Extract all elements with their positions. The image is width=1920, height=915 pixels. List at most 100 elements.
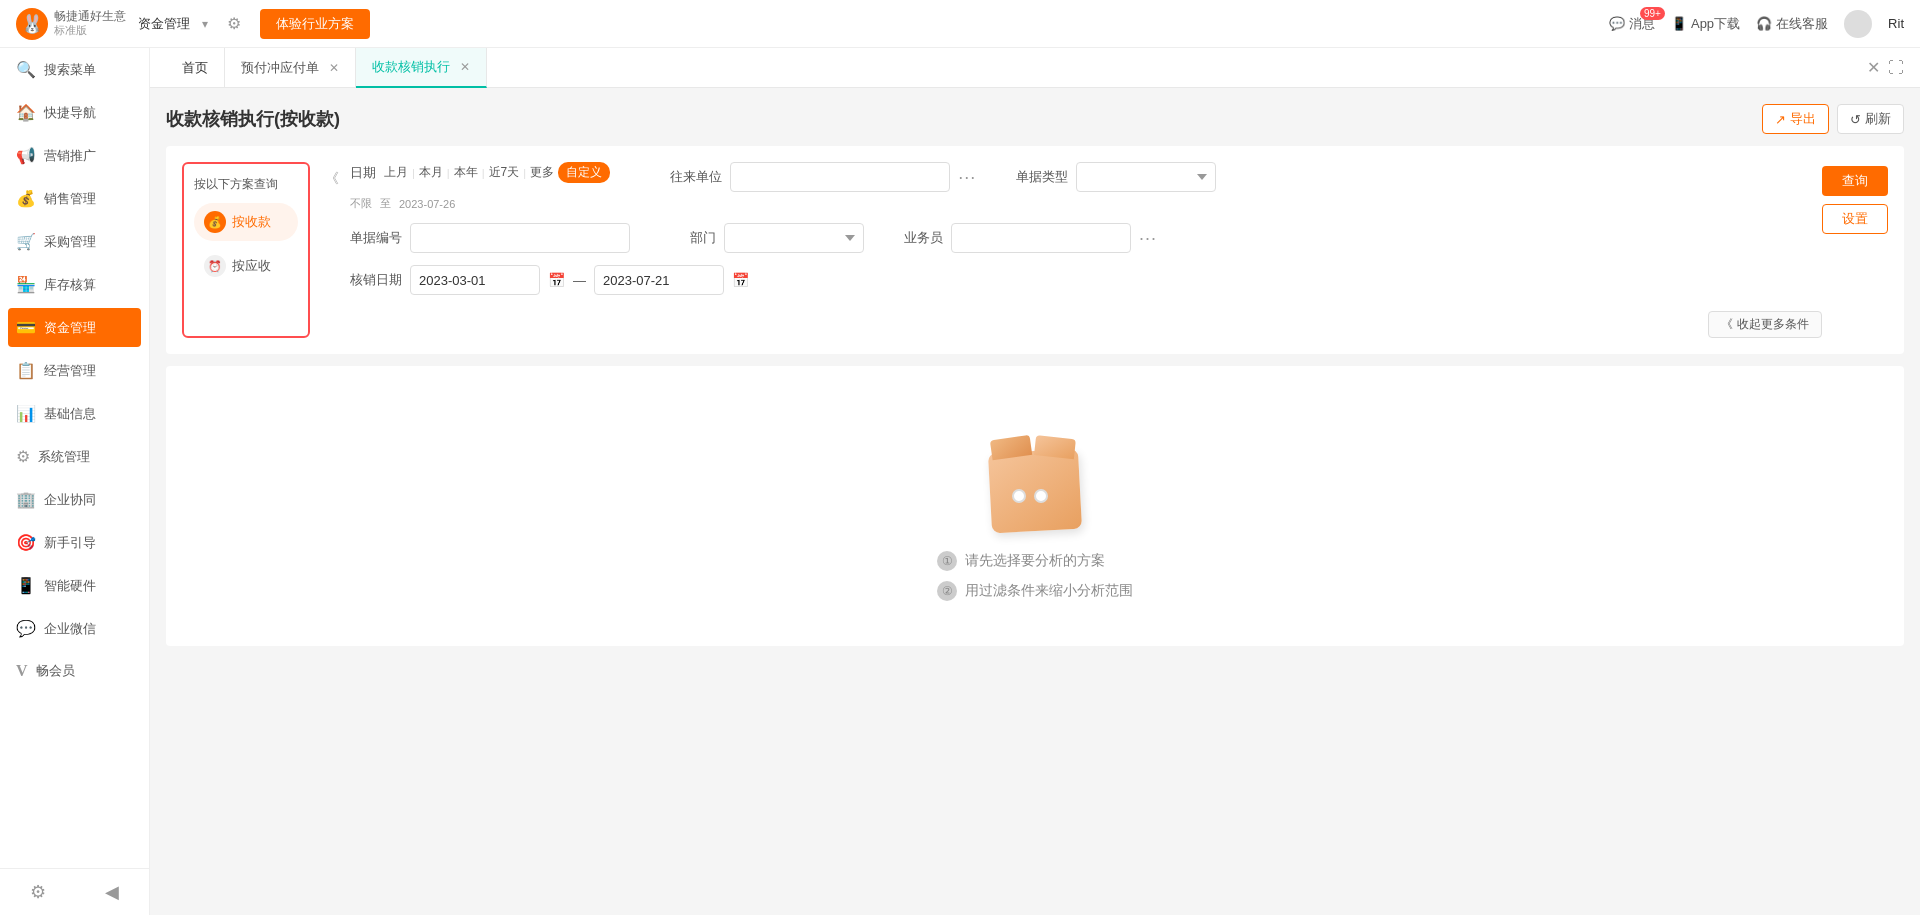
person-input[interactable] bbox=[951, 223, 1131, 253]
sales-icon: 💰 bbox=[16, 189, 36, 208]
settings-button[interactable]: 设置 bbox=[1822, 204, 1888, 234]
expand-icon[interactable]: ⛶ bbox=[1888, 59, 1904, 77]
counterpart-more-icon[interactable]: ··· bbox=[958, 167, 976, 188]
doc-type-select[interactable] bbox=[1076, 162, 1216, 192]
search-icon: 🔍 bbox=[16, 60, 36, 79]
sidebar-item-basic-info[interactable]: 📊 基础信息 bbox=[0, 392, 149, 435]
write-off-start-input[interactable] bbox=[410, 265, 540, 295]
query-btn-group: 查询 设置 bbox=[1822, 162, 1888, 234]
online-service-button[interactable]: 🎧 在线客服 bbox=[1756, 15, 1828, 33]
doc-number-field: 单据编号 bbox=[350, 223, 630, 253]
date-value: 2023-07-26 bbox=[399, 198, 455, 210]
sidebar-item-vip[interactable]: V 畅会员 bbox=[0, 650, 149, 692]
sidebar-item-label: 企业协同 bbox=[44, 491, 96, 509]
sidebar-item-label: 新手引导 bbox=[44, 534, 96, 552]
app-logo: 🐰 畅捷通好生意 标准版 bbox=[16, 8, 126, 40]
divider: | bbox=[447, 167, 450, 179]
chevron-down-icon[interactable]: ▾ bbox=[202, 17, 208, 31]
app-download-button[interactable]: 📱 App下载 bbox=[1671, 15, 1740, 33]
filter-row-3: 核销日期 📅 — 📅 bbox=[350, 265, 1822, 295]
doc-number-label: 单据编号 bbox=[350, 229, 402, 247]
export-icon: ↗ bbox=[1775, 112, 1786, 127]
tab-close-icon[interactable]: ✕ bbox=[329, 61, 339, 75]
date-tab-more[interactable]: 更多 bbox=[530, 164, 554, 181]
sidebar-item-purchase[interactable]: 🛒 采购管理 bbox=[0, 220, 149, 263]
filter-option-by-receipt[interactable]: 💰 按收款 bbox=[194, 203, 298, 241]
sidebar-item-label: 销售管理 bbox=[44, 190, 96, 208]
hint-text-1: 请先选择要分析的方案 bbox=[965, 552, 1105, 570]
sidebar-item-sales[interactable]: 💰 销售管理 bbox=[0, 177, 149, 220]
collapse-more-label: 收起更多条件 bbox=[1737, 316, 1809, 333]
wechat-icon: 💬 bbox=[16, 619, 36, 638]
tab-bar: 首页 预付冲应付单 ✕ 收款核销执行 ✕ ✕ ⛶ bbox=[150, 48, 1920, 88]
date-note-row: 不限 至 2023-07-26 bbox=[350, 196, 1822, 211]
sidebar-item-label: 库存核算 bbox=[44, 276, 96, 294]
tab-close-icon[interactable]: ✕ bbox=[460, 60, 470, 74]
empty-hint-1: ① 请先选择要分析的方案 bbox=[937, 551, 1105, 571]
sidebar-item-quick-nav[interactable]: 🏠 快捷导航 bbox=[0, 91, 149, 134]
inventory-icon: 🏪 bbox=[16, 275, 36, 294]
empty-hint-2: ② 用过滤条件来缩小分析范围 bbox=[937, 581, 1133, 601]
dept-select[interactable] bbox=[724, 223, 864, 253]
sidebar-item-label: 畅会员 bbox=[36, 662, 75, 680]
sidebar-item-wechat[interactable]: 💬 企业微信 bbox=[0, 607, 149, 650]
close-window-icon[interactable]: ✕ bbox=[1867, 58, 1880, 77]
sidebar-item-inventory[interactable]: 🏪 库存核算 bbox=[0, 263, 149, 306]
logo-name: 畅捷通好生意 bbox=[54, 9, 126, 23]
logo-text-block: 畅捷通好生意 标准版 bbox=[54, 9, 126, 38]
date-tab-this-year[interactable]: 本年 bbox=[454, 164, 478, 181]
tab-home[interactable]: 首页 bbox=[166, 48, 225, 88]
main-layout: 🔍 搜索菜单 🏠 快捷导航 📢 营销推广 💰 销售管理 🛒 采购管理 🏪 库存核… bbox=[0, 48, 1920, 915]
sidebar-item-hardware[interactable]: 📱 智能硬件 bbox=[0, 564, 149, 607]
empty-hints: ① 请先选择要分析的方案 ② 用过滤条件来缩小分析范围 bbox=[937, 551, 1133, 601]
sidebar-item-marketing[interactable]: 📢 营销推广 bbox=[0, 134, 149, 177]
date-tab-this-month[interactable]: 本月 bbox=[419, 164, 443, 181]
sidebar-item-search-menu[interactable]: 🔍 搜索菜单 bbox=[0, 48, 149, 91]
sidebar-item-guide[interactable]: 🎯 新手引导 bbox=[0, 521, 149, 564]
filter-option-by-receivable[interactable]: ⏰ 按应收 bbox=[194, 247, 298, 285]
message-button[interactable]: 💬 消息 99+ bbox=[1609, 15, 1655, 33]
empty-flap-right bbox=[1034, 435, 1076, 459]
receivable-icon: ⏰ bbox=[204, 255, 226, 277]
page-title-actions: ↗ 导出 ↺ 刷新 bbox=[1762, 104, 1904, 134]
settings-bottom-icon[interactable]: ⚙ bbox=[30, 881, 46, 903]
sidebar-item-system[interactable]: ⚙ 系统管理 bbox=[0, 435, 149, 478]
collapse-sidebar-icon[interactable]: ◀ bbox=[105, 881, 119, 903]
sidebar-item-funds[interactable]: 💳 资金管理 bbox=[8, 308, 141, 347]
chevron-up-icon: 《 bbox=[1721, 316, 1733, 333]
date-tab-custom[interactable]: 自定义 bbox=[558, 162, 610, 183]
sidebar-item-operations[interactable]: 📋 经营管理 bbox=[0, 349, 149, 392]
sidebar-item-label: 智能硬件 bbox=[44, 577, 96, 595]
date-tab-7days[interactable]: 近7天 bbox=[489, 164, 520, 181]
filter-option-label: 按收款 bbox=[232, 213, 271, 231]
headset-icon: 🎧 bbox=[1756, 16, 1772, 31]
basic-info-icon: 📊 bbox=[16, 404, 36, 423]
collapse-arrow-button[interactable]: 《 bbox=[322, 162, 342, 188]
calendar-end-icon[interactable]: 📅 bbox=[732, 272, 749, 288]
counterpart-input[interactable] bbox=[730, 162, 950, 192]
person-more-icon[interactable]: ··· bbox=[1139, 228, 1157, 249]
tab-collection[interactable]: 收款核销执行 ✕ bbox=[356, 48, 487, 88]
hardware-icon: 📱 bbox=[16, 576, 36, 595]
tab-prepay[interactable]: 预付冲应付单 ✕ bbox=[225, 48, 356, 88]
date-to-text: 至 bbox=[380, 196, 391, 211]
calendar-start-icon[interactable]: 📅 bbox=[548, 272, 565, 288]
enterprise-icon: 🏢 bbox=[16, 490, 36, 509]
collapse-more-button[interactable]: 《 收起更多条件 bbox=[1708, 311, 1822, 338]
write-off-end-input[interactable] bbox=[594, 265, 724, 295]
gear-icon[interactable]: ⚙ bbox=[220, 10, 248, 38]
doc-number-input[interactable] bbox=[410, 223, 630, 253]
refresh-button[interactable]: ↺ 刷新 bbox=[1837, 104, 1904, 134]
sidebar-item-enterprise[interactable]: 🏢 企业协同 bbox=[0, 478, 149, 521]
receipt-icon: 💰 bbox=[204, 211, 226, 233]
filter-row-2: 单据编号 部门 业务员 bbox=[350, 223, 1822, 253]
sidebar-item-label: 营销推广 bbox=[44, 147, 96, 165]
date-tab-last-month[interactable]: 上月 bbox=[384, 164, 408, 181]
date-tabs: 上月 | 本月 | 本年 | 近7天 | 更多 自定义 bbox=[384, 162, 610, 183]
query-button[interactable]: 查询 bbox=[1822, 166, 1888, 196]
export-button[interactable]: ↗ 导出 bbox=[1762, 104, 1829, 134]
filter-option-label: 按应收 bbox=[232, 257, 271, 275]
solution-button[interactable]: 体验行业方案 bbox=[260, 9, 370, 39]
avatar[interactable] bbox=[1844, 10, 1872, 38]
divider: | bbox=[523, 167, 526, 179]
